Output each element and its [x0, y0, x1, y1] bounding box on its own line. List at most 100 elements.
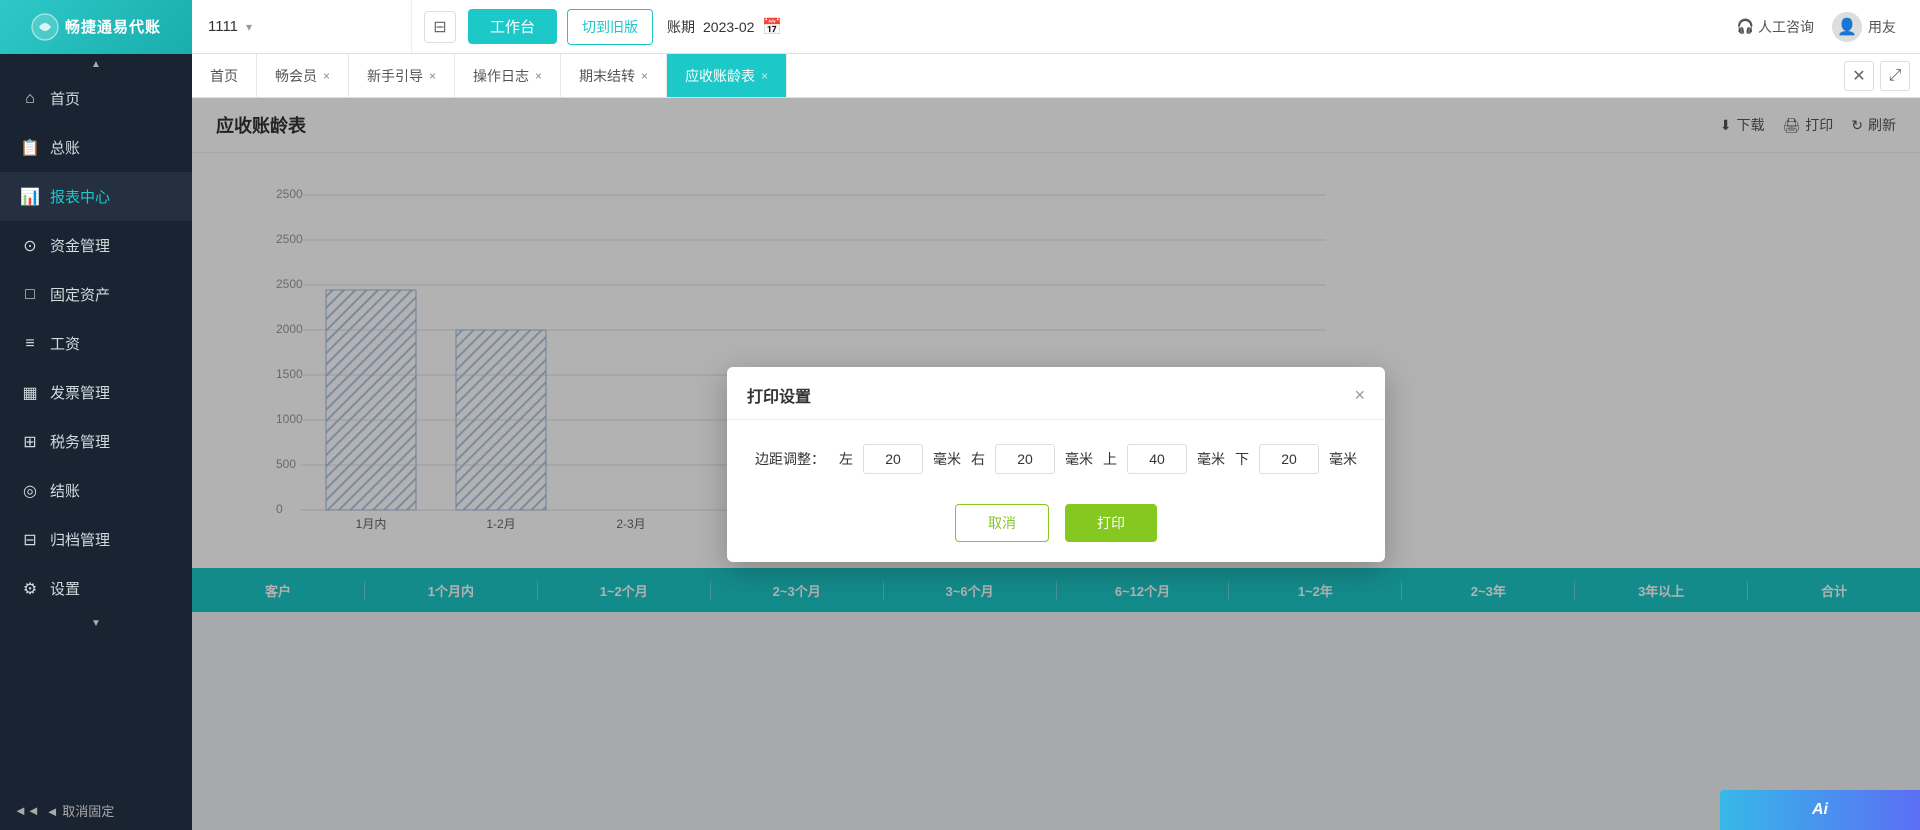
tab-guide[interactable]: 新手引导 × — [349, 54, 455, 97]
sidebar-item-label: 工资 — [50, 333, 80, 354]
top-margin-input[interactable] — [1127, 444, 1187, 474]
tab-oplog[interactable]: 操作日志 × — [455, 54, 561, 97]
logo-text: 畅捷通易代账 — [65, 16, 161, 37]
sidebar-item-home[interactable]: ⌂ 首页 — [0, 74, 192, 123]
sidebar-item-close[interactable]: ◎ 结账 — [0, 466, 192, 515]
right-margin-input[interactable] — [995, 444, 1055, 474]
sidebar-item-label: 报表中心 — [50, 186, 110, 207]
sidebar-item-label: 固定资产 — [50, 284, 110, 305]
sidebar-item-funds[interactable]: ⊙ 资金管理 — [0, 221, 192, 270]
main-layout: ▲ ⌂ 首页 📋 总账 📊 报表中心 ⊙ 资金管理 □ 固定资产 ≡ 工资 ▦ … — [0, 54, 1920, 830]
topbar-right: 🎧 人工咨询 👤 用友 — [1737, 12, 1920, 42]
user-label: 用友 — [1868, 17, 1896, 37]
sidebar-item-label: 首页 — [50, 88, 80, 109]
avatar: 👤 — [1832, 12, 1862, 42]
sidebar-item-reports[interactable]: 📊 报表中心 — [0, 172, 192, 221]
top-unit-label: 毫米 — [1197, 449, 1225, 469]
tab-home-label: 首页 — [210, 66, 238, 86]
tab-member[interactable]: 畅会员 × — [257, 54, 349, 97]
sidebar-item-assets[interactable]: □ 固定资产 — [0, 270, 192, 319]
right-unit-label: 毫米 — [1065, 449, 1093, 469]
user-area[interactable]: 👤 用友 — [1832, 12, 1896, 42]
invoice-icon: ▦ — [20, 383, 40, 403]
tab-member-close[interactable]: × — [323, 69, 330, 83]
tax-icon: ⊞ — [20, 432, 40, 452]
right-direction-label: 右 — [971, 449, 985, 469]
print-settings-dialog: 打印设置 × 边距调整： 左 毫米 右 毫米 上 — [727, 367, 1385, 562]
ai-assistant-bar[interactable]: Ai — [1720, 790, 1920, 830]
tab-aging[interactable]: 应收账龄表 × — [667, 54, 787, 97]
sidebar-item-settings[interactable]: ⚙ 设置 — [0, 564, 192, 613]
tab-aging-label: 应收账龄表 — [685, 66, 755, 86]
switch-version-button[interactable]: 切到旧版 — [567, 9, 653, 45]
sidebar-item-invoice[interactable]: ▦ 发票管理 — [0, 368, 192, 417]
tab-period-end-label: 期末结转 — [579, 66, 635, 86]
ai-label: Ai — [1812, 801, 1828, 819]
dialog-footer: 取消 打印 — [727, 494, 1385, 562]
chevron-down-icon: ▾ — [246, 20, 252, 34]
sidebar-scroll-up[interactable]: ▲ — [0, 54, 192, 74]
consult-label: 人工咨询 — [1758, 17, 1814, 37]
workspace-button[interactable]: 工作台 — [468, 9, 557, 44]
sidebar-item-ledger[interactable]: 📋 总账 — [0, 123, 192, 172]
sidebar-item-label: 总账 — [50, 137, 80, 158]
company-selector[interactable]: 1111 ▾ — [192, 0, 412, 53]
top-direction-label: 上 — [1103, 449, 1117, 469]
sidebar-unpin-button[interactable]: ◄◄ ◄ 取消固定 — [0, 791, 192, 830]
settings-icon: ⚙ — [20, 579, 40, 599]
confirm-print-button[interactable]: 打印 — [1065, 504, 1157, 542]
page-content: 应收账龄表 ⬇ 下载 🖨 打印 ↻ 刷新 — [192, 98, 1920, 830]
tab-maximize-button[interactable]: ⤢ — [1880, 61, 1910, 91]
sidebar-item-salary[interactable]: ≡ 工资 — [0, 319, 192, 368]
tab-close-button[interactable]: ✕ — [1844, 61, 1874, 91]
margin-row: 边距调整： 左 毫米 右 毫米 上 毫米 下 毫 — [755, 444, 1357, 474]
tab-guide-label: 新手引导 — [367, 66, 423, 86]
sidebar-scroll-down[interactable]: ▼ — [0, 613, 192, 633]
dialog-title: 打印设置 — [747, 383, 811, 407]
sidebar-item-label: 结账 — [50, 480, 80, 501]
sidebar-item-label: 发票管理 — [50, 382, 110, 403]
salary-icon: ≡ — [20, 335, 40, 353]
tab-oplog-close[interactable]: × — [535, 69, 542, 83]
reports-icon: 📊 — [20, 187, 40, 207]
bottom-margin-input[interactable] — [1259, 444, 1319, 474]
left-direction-label: 左 — [839, 449, 853, 469]
close-ledger-icon: ◎ — [20, 481, 40, 501]
copy-button[interactable]: ⊟ — [424, 11, 456, 43]
archive-icon: ⊟ — [20, 530, 40, 550]
funds-icon: ⊙ — [20, 236, 40, 256]
sidebar-item-tax[interactable]: ⊞ 税务管理 — [0, 417, 192, 466]
sidebar: ▲ ⌂ 首页 📋 总账 📊 报表中心 ⊙ 资金管理 □ 固定资产 ≡ 工资 ▦ … — [0, 54, 192, 830]
tab-period-end-close[interactable]: × — [641, 69, 648, 83]
left-unit-label: 毫米 — [933, 449, 961, 469]
sidebar-item-label: 资金管理 — [50, 235, 110, 256]
tab-aging-close[interactable]: × — [761, 69, 768, 83]
left-margin-input[interactable] — [863, 444, 923, 474]
dialog-header: 打印设置 × — [727, 367, 1385, 420]
bottom-direction-label: 下 — [1235, 449, 1249, 469]
dialog-close-button[interactable]: × — [1354, 386, 1365, 404]
unpin-icon: ◄◄ — [14, 803, 40, 818]
sidebar-item-label: 归档管理 — [50, 529, 110, 550]
tab-bar-actions: ✕ ⤢ — [1844, 54, 1920, 97]
tab-guide-close[interactable]: × — [429, 69, 436, 83]
consult-button[interactable]: 🎧 人工咨询 — [1737, 17, 1814, 37]
modal-overlay: 打印设置 × 边距调整： 左 毫米 右 毫米 上 — [192, 98, 1920, 830]
logo-area: 畅捷通易代账 — [0, 0, 192, 54]
dialog-body: 边距调整： 左 毫米 右 毫米 上 毫米 下 毫 — [727, 420, 1385, 494]
calendar-icon[interactable]: 📅 — [762, 17, 782, 37]
unpin-label: ◄ 取消固定 — [46, 801, 114, 820]
sidebar-item-label: 设置 — [50, 578, 80, 599]
cancel-button[interactable]: 取消 — [955, 504, 1049, 542]
bottom-unit-label: 毫米 — [1329, 449, 1357, 469]
margin-label: 边距调整： — [755, 449, 825, 469]
sidebar-item-archive[interactable]: ⊟ 归档管理 — [0, 515, 192, 564]
period-value: 2023-02 — [703, 19, 754, 35]
tab-period-end[interactable]: 期末结转 × — [561, 54, 667, 97]
tab-home[interactable]: 首页 — [192, 54, 257, 97]
tab-bar: 首页 畅会员 × 新手引导 × 操作日志 × 期末结转 × 应收账龄表 × — [192, 54, 1920, 98]
topbar: 畅捷通易代账 1111 ▾ ⊟ 工作台 切到旧版 账期 2023-02 📅 🎧 … — [0, 0, 1920, 54]
home-icon: ⌂ — [20, 90, 40, 108]
headset-icon: 🎧 — [1737, 18, 1754, 35]
assets-icon: □ — [20, 286, 40, 304]
